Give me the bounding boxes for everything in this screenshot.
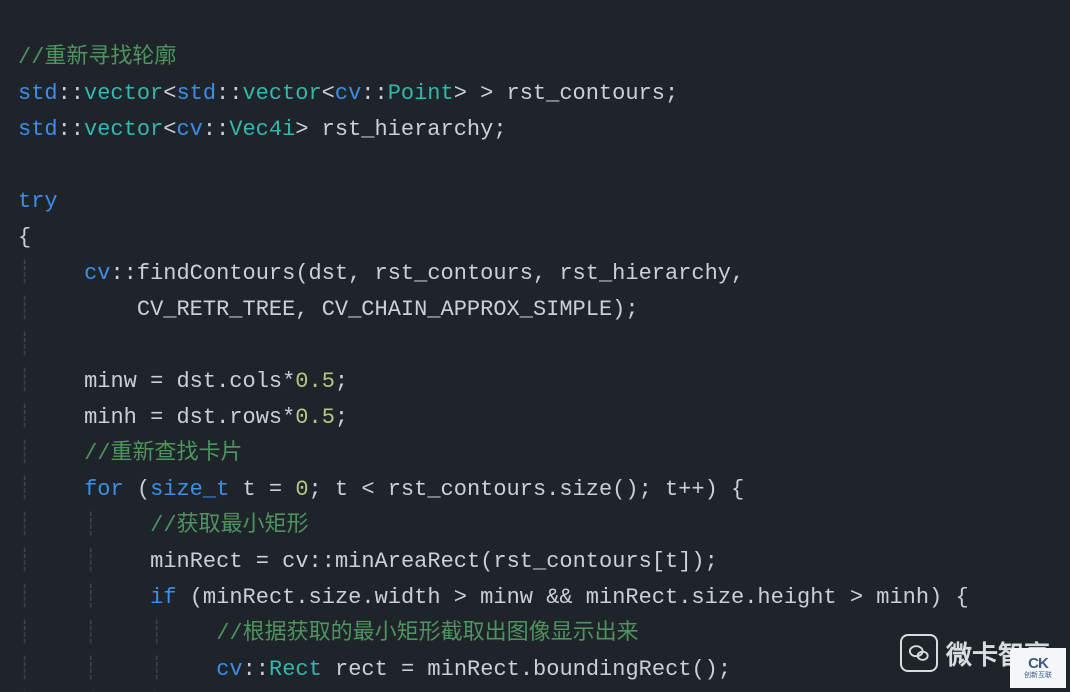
code-line: ┊ for (size_t t = 0; t < rst_contours.si… — [18, 477, 744, 502]
code-line: ┊ minw = dst.cols*0.5; — [18, 369, 348, 394]
code-line: try — [18, 189, 58, 214]
code-line: std::vector<cv::Vec4i> rst_hierarchy; — [18, 117, 507, 142]
code-line: ┊ ┊ ┊ cv::Rect rect = minRect.boundingRe… — [18, 657, 731, 682]
corner-logo: CK 创新互联 — [1010, 648, 1066, 688]
code-line: ┊ cv::findContours(dst, rst_contours, rs… — [18, 261, 744, 286]
code-line: ┊ ┊ //获取最小矩形 — [18, 513, 309, 538]
corner-logo-small: 创新互联 — [1024, 672, 1052, 680]
wechat-icon — [900, 634, 938, 672]
comment: //重新查找卡片 — [84, 441, 242, 466]
code-line: ┊ //重新查找卡片 — [18, 441, 242, 466]
code-line: ┊ ┊ if (minRect.size.width > minw && min… — [18, 585, 969, 610]
code-editor: //重新寻找轮廓 std::vector<std::vector<cv::Poi… — [0, 0, 1070, 692]
code-line — [18, 153, 31, 178]
code-line: { — [18, 225, 31, 250]
code-line: ┊ minh = dst.rows*0.5; — [18, 405, 348, 430]
corner-logo-big: CK — [1028, 656, 1048, 673]
code-line: ┊ CV_RETR_TREE, CV_CHAIN_APPROX_SIMPLE); — [18, 297, 639, 322]
code-line: //重新寻找轮廓 — [18, 45, 176, 70]
code-line: ┊ — [18, 333, 31, 358]
code-line: std::vector<std::vector<cv::Point> > rst… — [18, 81, 678, 106]
code-line: ┊ ┊ minRect = cv::minAreaRect(rst_contou… — [18, 549, 718, 574]
code-line: ┊ ┊ ┊ //根据获取的最小矩形截取出图像显示出来 — [18, 621, 639, 646]
comment: //根据获取的最小矩形截取出图像显示出来 — [216, 621, 638, 646]
comment: //获取最小矩形 — [150, 513, 308, 538]
comment: //重新寻找轮廓 — [18, 45, 176, 70]
